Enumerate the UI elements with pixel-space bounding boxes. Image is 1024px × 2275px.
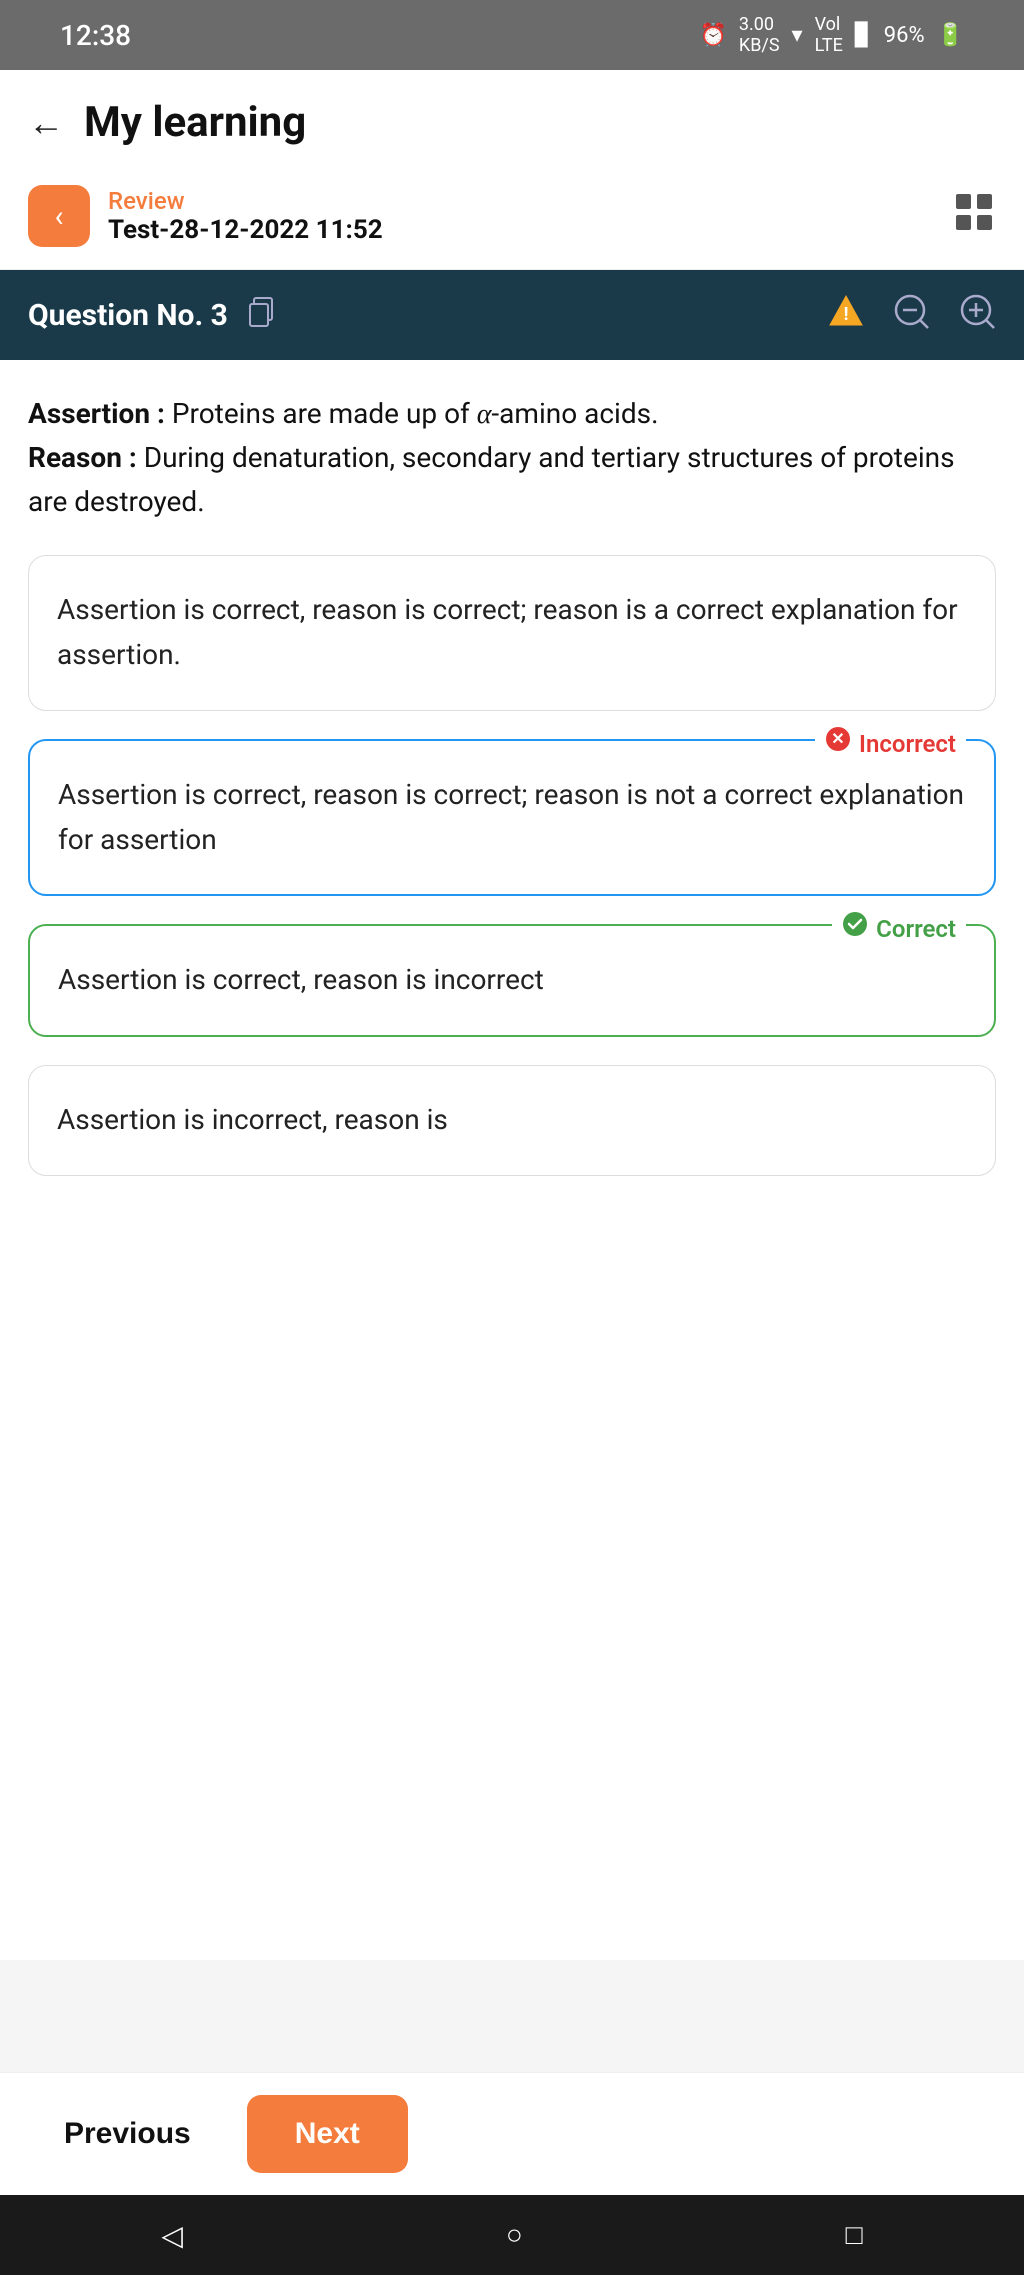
android-home-button[interactable]: ○ [506,2219,523,2251]
incorrect-text: Incorrect [859,725,956,763]
next-button[interactable]: Next [247,2095,408,2173]
copy-icon[interactable] [246,296,278,335]
option-c[interactable]: Correct Assertion is correct, reason is … [28,924,996,1037]
svg-text:✕: ✕ [831,729,844,748]
back-orange-button[interactable]: ‹ [28,185,90,247]
previous-button[interactable]: Previous [32,2095,223,2173]
android-nav-bar: ◁ ○ □ [0,2195,1024,2275]
zoom-in-icon[interactable] [958,292,996,338]
lte-icon: VolLTE [815,14,843,56]
option-b-text: Assertion is correct, reason is correct;… [58,778,964,856]
test-info-text: Review Test-28-12-2022 11:52 [108,187,383,245]
content-area: Assertion : Proteins are made up of α-am… [0,360,1024,1960]
data-speed: 3.00KB/S [739,14,780,56]
question-bar-right: ! [828,292,996,338]
correct-label: Correct [832,908,966,950]
test-info-bar: ‹ Review Test-28-12-2022 11:52 [0,167,1024,270]
status-bar: 12:38 ⏰ 3.00KB/S ▾ VolLTE ▊ 96% 🔋 [0,0,1024,70]
option-b[interactable]: ✕ Incorrect Assertion is correct, reason… [28,739,996,897]
correct-text: Correct [876,910,956,948]
status-icons: ⏰ 3.00KB/S ▾ VolLTE ▊ 96% 🔋 [700,14,965,56]
bottom-navigation: Previous Next [0,2072,1024,2195]
status-time: 12:38 [60,19,131,52]
test-info-left: ‹ Review Test-28-12-2022 11:52 [28,185,383,247]
battery-text: 96% [884,23,925,48]
option-a[interactable]: Assertion is correct, reason is correct;… [28,555,996,711]
review-label: Review [108,187,383,215]
question-bar: Question No. 3 ! [0,270,1024,360]
back-arrow-button[interactable]: ← [28,102,64,144]
reason-text: During denaturation, secondary and terti… [28,441,955,517]
option-d-text: Assertion is incorrect, reason is [57,1103,448,1136]
back-orange-icon: ‹ [54,199,63,234]
warning-icon[interactable]: ! [828,293,864,337]
grid-icon[interactable] [952,190,996,243]
option-a-text: Assertion is correct, reason is correct;… [57,593,958,671]
wifi-icon: ▾ [792,23,803,48]
battery-icon: 🔋 [937,23,964,48]
alarm-icon: ⏰ [700,23,727,48]
option-d[interactable]: Assertion is incorrect, reason is [28,1065,996,1176]
incorrect-icon: ✕ [825,725,851,763]
android-back-button[interactable]: ◁ [161,2219,183,2252]
question-number: Question No. 3 [28,298,228,333]
test-name: Test-28-12-2022 11:52 [108,215,383,245]
question-text: Assertion : Proteins are made up of α-am… [28,392,996,523]
signal-icon: ▊ [855,23,872,48]
header: ← My learning [0,70,1024,167]
android-recent-button[interactable]: □ [846,2219,863,2251]
svg-text:!: ! [844,304,849,325]
assertion-text: Proteins are made up of α-amino acids. [165,397,659,430]
correct-icon [842,910,868,948]
incorrect-label: ✕ Incorrect [815,723,966,765]
reason-label: Reason : [28,441,137,474]
option-c-text: Assertion is correct, reason is incorrec… [58,963,544,996]
page-title: My learning [84,98,306,147]
question-bar-left: Question No. 3 [28,296,278,335]
assertion-label: Assertion : [28,397,165,430]
zoom-out-icon[interactable] [892,292,930,338]
